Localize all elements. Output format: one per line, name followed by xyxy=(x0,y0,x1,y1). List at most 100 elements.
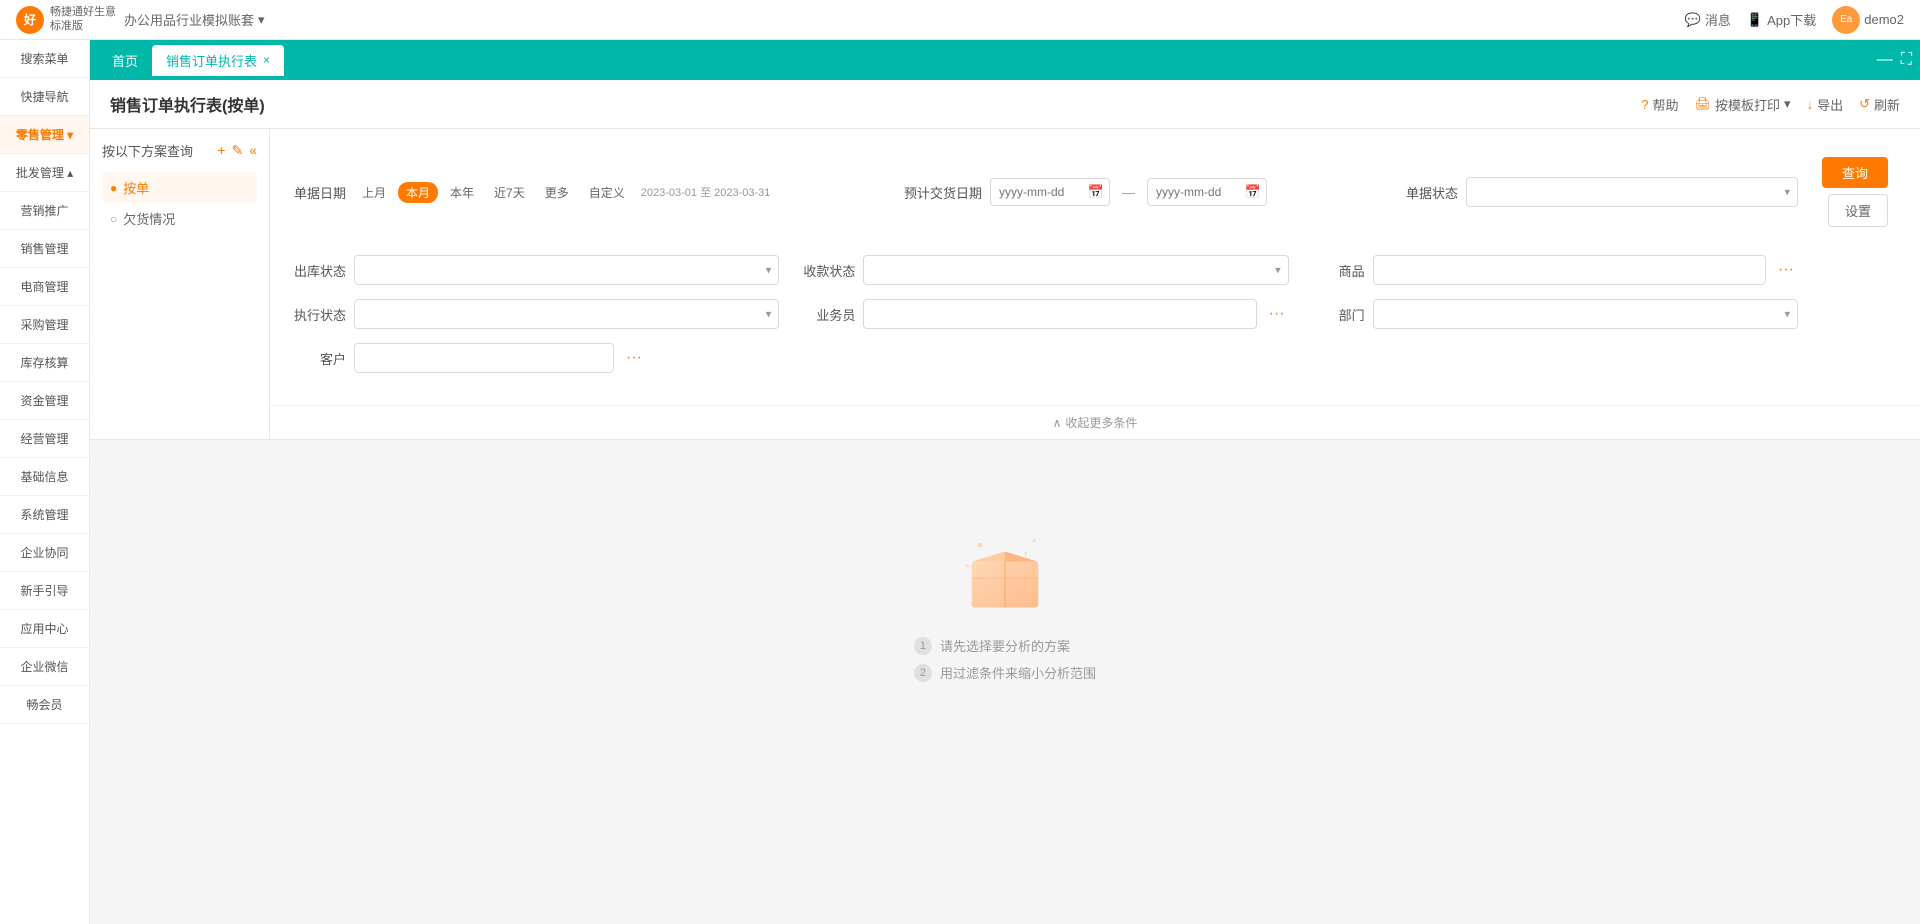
sidebar-item-wholesale-mgmt[interactable]: 批发管理 ▴ xyxy=(0,154,89,192)
date-tab-last-month[interactable]: 上月 xyxy=(354,182,394,203)
help-button[interactable]: ? 帮助 xyxy=(1641,95,1678,114)
filter-sidebar: 按以下方案查询 + ✎ « ● 按单 ○ xyxy=(90,129,270,439)
sidebar-item-finance[interactable]: 资金管理 xyxy=(0,382,89,420)
goods-dots-button[interactable]: ··· xyxy=(1774,261,1798,279)
sidebar-item-system[interactable]: 系统管理 xyxy=(0,496,89,534)
customer-input[interactable] xyxy=(354,343,614,373)
app-download-button[interactable]: 📱 App下载 xyxy=(1747,10,1816,29)
filter-plan-item-by-order[interactable]: ● 按单 xyxy=(102,172,257,203)
print-chevron-icon: ▾ xyxy=(1784,96,1791,112)
collapse-sidebar-icon[interactable]: « xyxy=(249,142,257,159)
avatar: Ea xyxy=(1832,6,1860,34)
app-selector[interactable]: 办公用品行业模拟账套 ▾ xyxy=(124,10,265,29)
sidebar-item-wechat[interactable]: 企业微信 xyxy=(0,648,89,686)
date-tab-more[interactable]: 更多 xyxy=(537,182,577,203)
minimize-icon[interactable]: — xyxy=(1877,51,1893,69)
help-icon: ? xyxy=(1641,97,1648,112)
date-separator: — xyxy=(1118,185,1139,200)
top-bar-left: 好 畅捷通好生意 标准版 办公用品行业模拟账套 ▾ xyxy=(16,6,265,34)
content-area: 首页 销售订单执行表 × — ⛶ 销售订单执行表(按单) xyxy=(90,40,1920,924)
sidebar-item-app-center[interactable]: 应用中心 xyxy=(0,610,89,648)
plan-icon-2: ○ xyxy=(110,212,117,226)
tab-close-icon[interactable]: × xyxy=(263,53,270,67)
refresh-icon: ↺ xyxy=(1859,96,1870,112)
expand-icon[interactable]: ⛶ xyxy=(1901,51,1912,69)
dept-group: 部门 xyxy=(1305,299,1798,329)
sidebar-item-quick-nav[interactable]: 快捷导航 xyxy=(0,78,89,116)
date-tab-this-year[interactable]: 本年 xyxy=(442,182,482,203)
add-plan-icon[interactable]: + xyxy=(217,142,225,159)
out-status-select[interactable] xyxy=(354,255,779,285)
date-tab-7days[interactable]: 近7天 xyxy=(486,182,533,203)
collapse-button[interactable]: ∧ 收起更多条件 xyxy=(1053,414,1138,431)
goods-group: 商品 ··· xyxy=(1305,255,1798,285)
filter-sidebar-header: 按以下方案查询 + ✎ « xyxy=(102,141,257,160)
sidebar-item-retail-mgmt[interactable]: 零售管理 ▾ xyxy=(0,116,89,154)
sidebar-item-search-menu[interactable]: 搜索菜单 xyxy=(0,40,89,78)
salesperson-input[interactable] xyxy=(863,299,1256,329)
sidebar-item-marketing[interactable]: 营销推广 xyxy=(0,192,89,230)
empty-state-icon xyxy=(955,520,1055,620)
filter-sidebar-icons: + ✎ « xyxy=(217,142,257,159)
tab-bar-actions: — ⛶ xyxy=(1877,51,1912,69)
date-filter-group: 单据日期 上月 本月 本年 近7天 更多 自定义 xyxy=(286,182,886,203)
page-content: 销售订单执行表(按单) ? 帮助 🖨 按模板打印 ▾ ↓ xyxy=(90,80,1920,924)
sidebar-item-sales-mgmt[interactable]: 销售管理 xyxy=(0,230,89,268)
payment-status-select[interactable] xyxy=(863,255,1288,285)
expected-date-group: 预计交货日期 📅 — 📅 xyxy=(902,178,1382,206)
calendar-end-icon: 📅 xyxy=(1245,184,1261,200)
exec-status-select[interactable] xyxy=(354,299,779,329)
sidebar-item-purchase[interactable]: 采购管理 xyxy=(0,306,89,344)
plan-active-icon: ● xyxy=(110,181,117,195)
exec-status-select-wrapper xyxy=(354,299,779,329)
search-button[interactable]: 查询 xyxy=(1822,157,1888,188)
settings-button[interactable]: 设置 xyxy=(1828,194,1888,227)
tab-home[interactable]: 首页 xyxy=(98,45,152,76)
tip-num-2: 2 xyxy=(914,664,932,682)
top-bar: 好 畅捷通好生意 标准版 办公用品行业模拟账套 ▾ 💬 消息 📱 App下载 xyxy=(0,0,1920,40)
tab-sales-order-exec[interactable]: 销售订单执行表 × xyxy=(152,45,284,76)
print-button[interactable]: 🖨 按模板打印 ▾ xyxy=(1695,95,1791,114)
print-icon: 🖨 xyxy=(1695,96,1712,112)
sidebar-item-ecommerce[interactable]: 电商管理 xyxy=(0,268,89,306)
expected-date-end-wrap: 📅 xyxy=(1147,178,1267,206)
message-icon: 💬 xyxy=(1685,12,1701,28)
dept-select[interactable] xyxy=(1373,299,1798,329)
sidebar-item-operations[interactable]: 经营管理 xyxy=(0,420,89,458)
sidebar-item-inventory[interactable]: 库存核算 xyxy=(0,344,89,382)
date-tab-this-month[interactable]: 本月 xyxy=(398,182,438,203)
salesperson-dots-button[interactable]: ··· xyxy=(1265,305,1289,323)
page-header-actions: ? 帮助 🖨 按模板打印 ▾ ↓ 导出 ↺ xyxy=(1641,95,1900,114)
customer-group: 客户 ··· xyxy=(286,343,646,373)
empty-tip-2: 2 用过滤条件来缩小分析范围 xyxy=(914,663,1096,682)
filter-row-2: 出库状态 收款状态 xyxy=(286,255,1904,285)
empty-state: 1 请先选择要分析的方案 2 用过滤条件来缩小分析范围 xyxy=(90,440,1920,762)
exec-status-group: 执行状态 xyxy=(286,299,779,329)
sidebar-item-enterprise[interactable]: 企业协同 xyxy=(0,534,89,572)
edit-plan-icon[interactable]: ✎ xyxy=(231,142,243,159)
chevron-down-icon: ▾ xyxy=(258,12,265,28)
filter-row-1: 单据日期 上月 本月 本年 近7天 更多 自定义 xyxy=(286,143,1904,241)
filter-main-wrapper: 单据日期 上月 本月 本年 近7天 更多 自定义 xyxy=(270,129,1920,439)
filter-row-4: 客户 ··· xyxy=(286,343,1904,373)
goods-input[interactable] xyxy=(1373,255,1766,285)
message-button[interactable]: 💬 消息 xyxy=(1685,10,1731,29)
out-status-select-wrapper xyxy=(354,255,779,285)
sidebar-item-basic-info[interactable]: 基础信息 xyxy=(0,458,89,496)
logo-text: 畅捷通好生意 标准版 xyxy=(50,6,116,32)
sidebar-item-member[interactable]: 畅会员 xyxy=(0,686,89,724)
empty-tip-1: 1 请先选择要分析的方案 xyxy=(914,636,1096,655)
export-button[interactable]: ↓ 导出 xyxy=(1807,95,1844,114)
expected-date-start-wrap: 📅 xyxy=(990,178,1110,206)
user-menu[interactable]: Ea demo2 xyxy=(1832,6,1904,34)
customer-dots-button[interactable]: ··· xyxy=(622,349,646,367)
doc-status-select[interactable] xyxy=(1466,177,1798,207)
top-bar-right: 💬 消息 📱 App下载 Ea demo2 xyxy=(1685,6,1904,34)
date-tab-custom[interactable]: 自定义 xyxy=(581,182,633,203)
refresh-button[interactable]: ↺ 刷新 xyxy=(1859,95,1900,114)
filter-plan-item-shortage[interactable]: ○ 欠货情况 xyxy=(102,203,257,234)
logo-area: 好 畅捷通好生意 标准版 xyxy=(16,6,116,34)
filter-area: 按以下方案查询 + ✎ « ● 按单 ○ xyxy=(90,129,1920,440)
sidebar-item-guide[interactable]: 新手引导 xyxy=(0,572,89,610)
page-header: 销售订单执行表(按单) ? 帮助 🖨 按模板打印 ▾ ↓ xyxy=(90,80,1920,129)
